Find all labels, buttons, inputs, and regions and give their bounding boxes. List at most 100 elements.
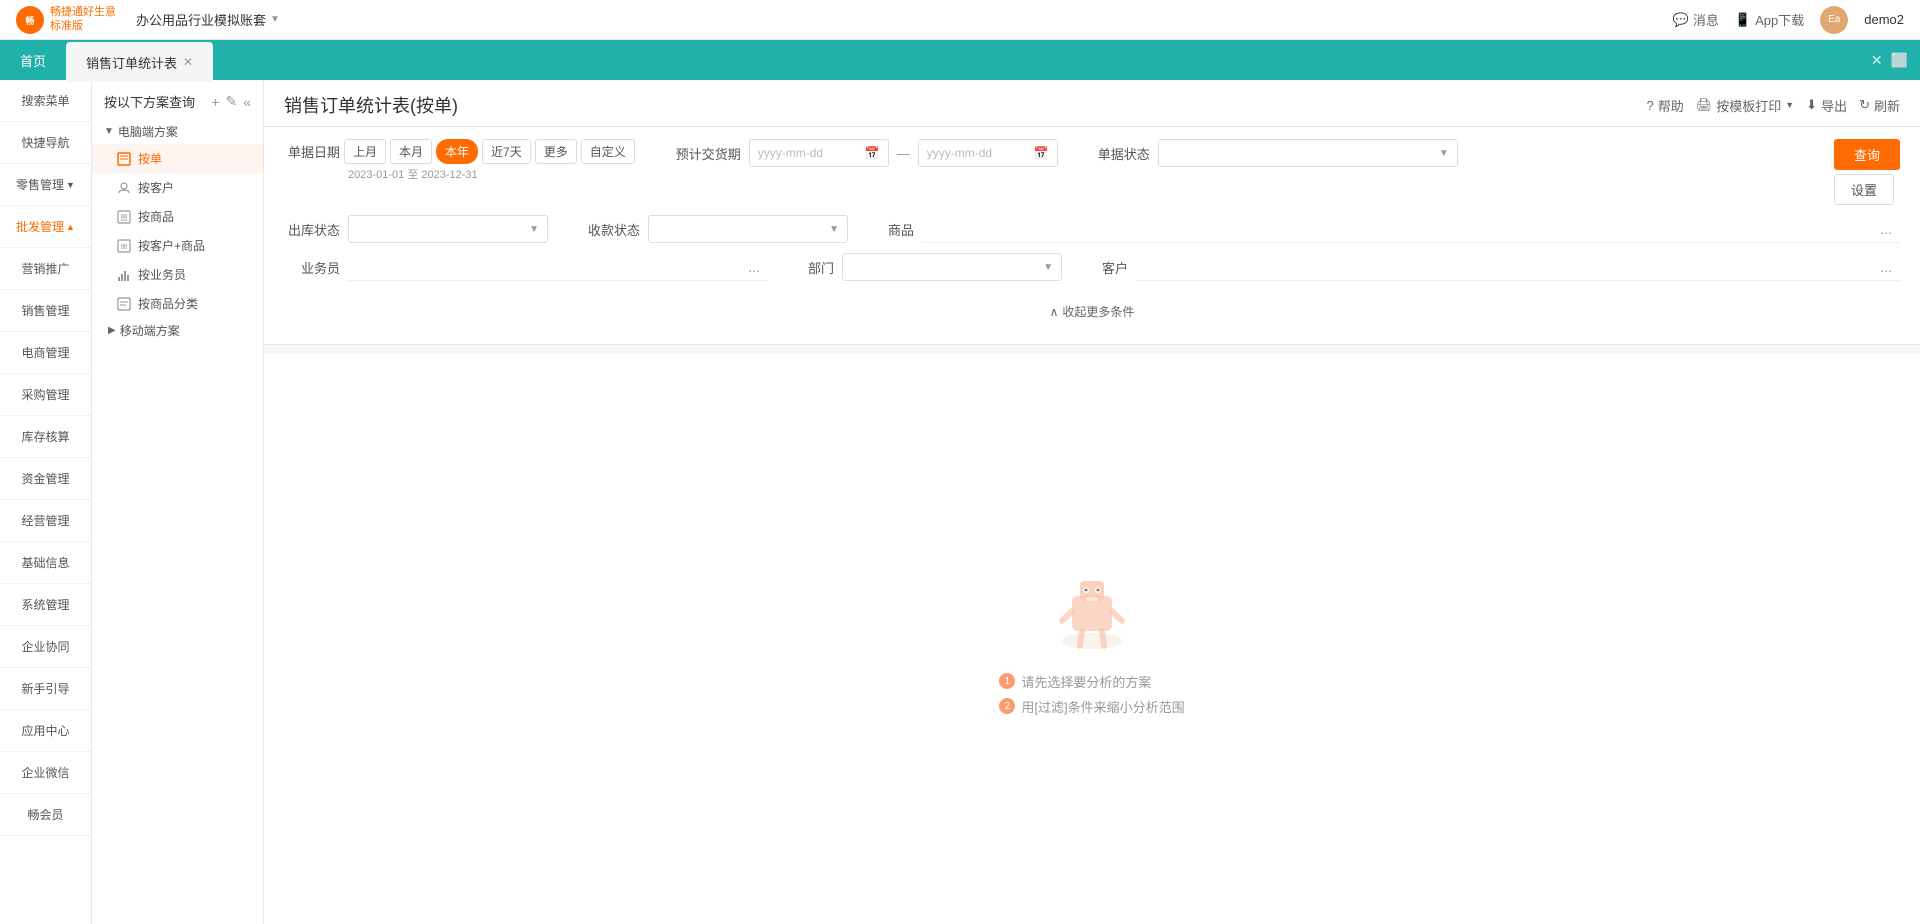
goods-ellipsis-button[interactable]: ... xyxy=(1880,221,1892,237)
salesman-label: 业务员 xyxy=(284,258,340,277)
empty-hint-1: 1 请先选择要分析的方案 xyxy=(999,672,1184,691)
scheme-item-by-customer[interactable]: 按客户 xyxy=(92,173,263,202)
message-button[interactable]: 💬 消息 xyxy=(1673,10,1719,29)
tab-bar: 首页 销售订单统计表 ✕ ✕ ⬜ xyxy=(0,40,1920,80)
print-button[interactable]: 🖨 按模板打印 ▼ xyxy=(1696,96,1794,115)
filter-row-3: 业务员 ... 部门 ▼ 客户 xyxy=(284,253,1900,281)
tab-sales-order-stats[interactable]: 销售订单统计表 ✕ xyxy=(66,42,213,82)
delivery-status-select[interactable]: ▼ xyxy=(348,215,548,243)
delivery-date-end-input[interactable]: yyyy-mm-dd 📅 xyxy=(918,139,1058,167)
query-button[interactable]: 查询 xyxy=(1834,139,1900,170)
scheme-section-title-mobile: 移动端方案 xyxy=(120,322,180,339)
tab-sales-order-stats-label: 销售订单统计表 xyxy=(86,53,177,72)
payment-status-select[interactable]: ▼ xyxy=(648,215,848,243)
scheme-section-pc: ▼ 电脑端方案 按单 按客户 图 xyxy=(92,119,263,318)
sidebar-item-wholesale[interactable]: 批发管理 ▲ xyxy=(0,206,91,248)
hint-text-1: 请先选择要分析的方案 xyxy=(1021,672,1151,691)
doc-status-chevron-icon: ▼ xyxy=(1439,148,1449,159)
export-button[interactable]: ⬇ 导出 xyxy=(1806,96,1847,115)
date-btn-this-month[interactable]: 本月 xyxy=(390,139,432,164)
tab-home-label: 首页 xyxy=(20,51,46,70)
window-close-button[interactable]: ✕ xyxy=(1871,52,1883,69)
sidebar-item-label: 畅会员 xyxy=(4,806,87,823)
add-scheme-button[interactable]: + xyxy=(211,94,219,110)
scheme-item-by-salesman[interactable]: 按业务员 xyxy=(92,260,263,289)
payment-status-group: 收款状态 ▼ xyxy=(584,215,848,243)
scheme-item-icon xyxy=(116,180,132,196)
scheme-section-header-pc[interactable]: ▼ 电脑端方案 xyxy=(92,119,263,144)
department-select[interactable]: ▼ xyxy=(842,253,1062,281)
tab-close-icon[interactable]: ✕ xyxy=(183,55,193,69)
sidebar-item-quick-nav[interactable]: 快捷导航 xyxy=(0,122,91,164)
sidebar-item-operations[interactable]: 经营管理 xyxy=(0,500,91,542)
date-filter-group: 单据日期 上月 本月 本年 近7天 更多 自定义 xyxy=(284,139,635,164)
delivery-date-start-placeholder: yyyy-mm-dd xyxy=(758,146,823,160)
export-icon: ⬇ xyxy=(1806,97,1817,113)
salesman-ellipsis-button[interactable]: ... xyxy=(748,259,760,275)
department-label: 部门 xyxy=(804,258,834,277)
scheme-item-icon: 图 xyxy=(116,209,132,225)
date-btn-last-month[interactable]: 上月 xyxy=(344,139,386,164)
sidebar-item-inventory[interactable]: 库存核算 xyxy=(0,416,91,458)
sidebar-item-sales-mgmt[interactable]: 销售管理 xyxy=(0,290,91,332)
settings-button[interactable]: 设置 xyxy=(1834,174,1894,205)
avatar[interactable]: Ea xyxy=(1820,6,1848,34)
sidebar-item-finance[interactable]: 资金管理 xyxy=(0,458,91,500)
date-btn-this-year[interactable]: 本年 xyxy=(436,139,478,164)
sidebar-item-label: 新手引导 xyxy=(4,680,87,697)
calendar-icon-2: 📅 xyxy=(1034,146,1049,160)
department-chevron-icon: ▼ xyxy=(1043,262,1053,273)
sidebar-item-ecommerce[interactable]: 电商管理 xyxy=(0,332,91,374)
date-btn-more[interactable]: 更多 xyxy=(535,139,577,164)
sidebar-item-member[interactable]: 畅会员 xyxy=(0,794,91,836)
sidebar-item-label: 销售管理 xyxy=(4,302,87,319)
edit-scheme-button[interactable]: ✎ xyxy=(225,93,237,110)
scheme-item-by-order[interactable]: 按单 xyxy=(92,144,263,173)
sidebar-item-label: 批发管理 xyxy=(16,218,64,235)
window-maximize-button[interactable]: ⬜ xyxy=(1891,52,1908,69)
sidebar-item-label: 搜索菜单 xyxy=(4,92,87,109)
doc-status-select[interactable]: ▼ xyxy=(1158,139,1458,167)
department-group: 部门 ▼ xyxy=(804,253,1062,281)
delivery-date-end-placeholder: yyyy-mm-dd xyxy=(927,146,992,160)
sidebar-item-enterprise-wechat[interactable]: 企业微信 xyxy=(0,752,91,794)
empty-state: 1 请先选择要分析的方案 2 用[过滤]条件来缩小分析范围 xyxy=(264,353,1920,924)
scheme-item-label: 按单 xyxy=(138,150,162,167)
customer-ellipsis-button[interactable]: ... xyxy=(1880,259,1892,275)
sidebar-item-new-guide[interactable]: 新手引导 xyxy=(0,668,91,710)
sidebar-item-retail[interactable]: 零售管理 ▼ xyxy=(0,164,91,206)
scheme-panel-header: 按以下方案查询 + ✎ « xyxy=(92,88,263,119)
collapse-scheme-panel-button[interactable]: « xyxy=(243,94,251,110)
collapse-filter-button[interactable]: ∧ 收起更多条件 xyxy=(284,295,1900,328)
help-button[interactable]: ? 帮助 xyxy=(1646,96,1683,115)
scheme-item-by-customer-goods[interactable]: 图 按客户+商品 xyxy=(92,231,263,260)
scheme-item-label: 按客户 xyxy=(138,179,174,196)
sidebar-item-app-center[interactable]: 应用中心 xyxy=(0,710,91,752)
sidebar-item-system[interactable]: 系统管理 xyxy=(0,584,91,626)
print-icon: 🖨 xyxy=(1696,97,1713,113)
scheme-item-icon: 图 xyxy=(116,238,132,254)
sidebar-item-purchase[interactable]: 采购管理 xyxy=(0,374,91,416)
scheme-item-by-goods-category[interactable]: 按商品分类 xyxy=(92,289,263,318)
tab-home[interactable]: 首页 xyxy=(0,40,66,80)
sidebar-item-search-menu[interactable]: 搜索菜单 xyxy=(0,80,91,122)
page-actions: ? 帮助 🖨 按模板打印 ▼ ⬇ 导出 ↻ 刷新 xyxy=(1646,96,1900,115)
scheme-item-by-goods[interactable]: 图 按商品 xyxy=(92,202,263,231)
date-btn-custom[interactable]: 自定义 xyxy=(581,139,635,164)
refresh-button[interactable]: ↻ 刷新 xyxy=(1859,96,1900,115)
delivery-date-start-input[interactable]: yyyy-mm-dd 📅 xyxy=(749,139,889,167)
app-selector[interactable]: 办公用品行业模拟账套 ▼ xyxy=(136,10,280,29)
user-name: demo2 xyxy=(1864,12,1904,27)
app-download-label: App下载 xyxy=(1755,10,1804,29)
sidebar-item-basic-info[interactable]: 基础信息 xyxy=(0,542,91,584)
sidebar-item-enterprise[interactable]: 企业协同 xyxy=(0,626,91,668)
scheme-panel-icons: + ✎ « xyxy=(211,93,251,110)
scheme-item-icon xyxy=(116,267,132,283)
scheme-section-header-mobile[interactable]: ▶ 移动端方案 xyxy=(92,318,263,343)
scheme-item-label: 按商品 xyxy=(138,208,174,225)
sidebar-item-marketing[interactable]: 营销推广 xyxy=(0,248,91,290)
app-download-button[interactable]: 📱 App下载 xyxy=(1735,10,1804,29)
date-btn-last-7-days[interactable]: 近7天 xyxy=(482,139,531,164)
scheme-panel: 按以下方案查询 + ✎ « ▼ 电脑端方案 按单 xyxy=(92,80,264,924)
date-label: 单据日期 xyxy=(284,142,340,161)
